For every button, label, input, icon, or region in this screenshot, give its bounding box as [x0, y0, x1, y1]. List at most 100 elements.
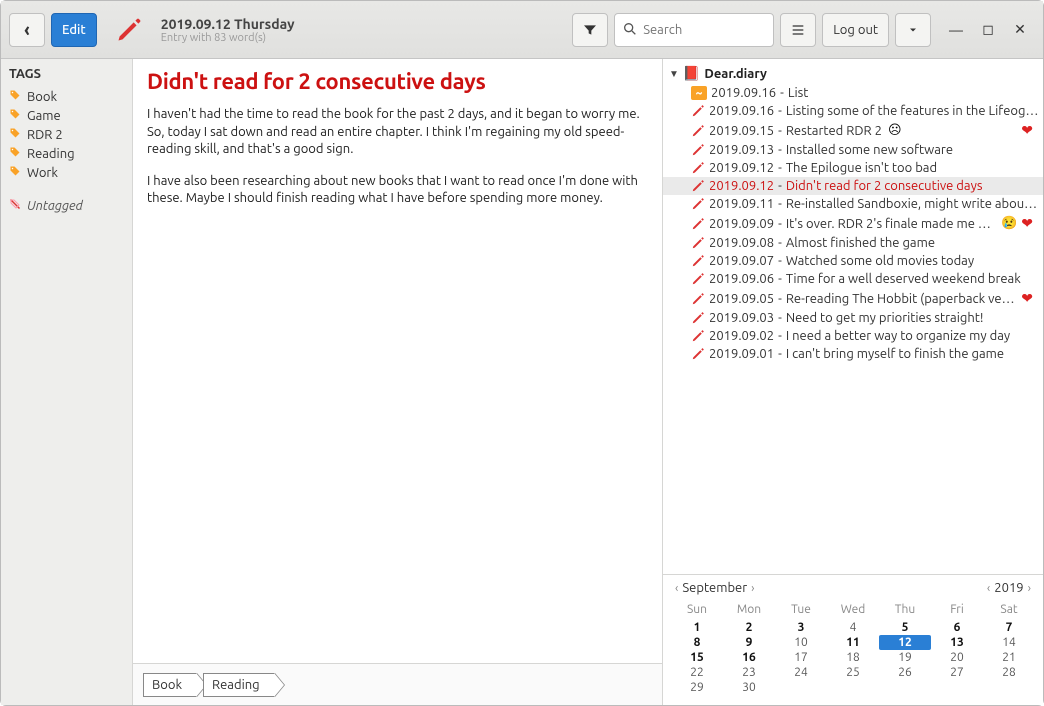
pencil-icon: [691, 217, 705, 231]
entry-list-item[interactable]: 2019.09.02 - I need a better way to orga…: [663, 327, 1043, 345]
calendar-day[interactable]: 9: [723, 635, 775, 650]
calendar-day[interactable]: 12: [879, 635, 931, 650]
entry-list-item[interactable]: ~2019.09.16 - List: [663, 84, 1043, 102]
entry-title: Listing some of the features in the Life…: [786, 104, 1039, 118]
next-month-button[interactable]: ›: [747, 582, 758, 595]
applied-tag-chip[interactable]: Reading: [203, 673, 275, 697]
entry-list-item[interactable]: 2019.09.12 - Didn't read for 2 consecuti…: [663, 177, 1043, 195]
entry-title-block: 2019.09.12 Thursday Entry with 83 word(s…: [109, 10, 295, 50]
calendar-day[interactable]: 4: [827, 620, 879, 635]
calendar-dow: Sun: [671, 599, 723, 620]
list-icon: ~: [691, 86, 707, 100]
entry-content[interactable]: Didn't read for 2 consecutive days I hav…: [133, 59, 662, 663]
calendar-day[interactable]: 27: [931, 665, 983, 680]
entry-list-item[interactable]: 2019.09.05 - Re-reading The Hobbit (pape…: [663, 288, 1043, 309]
calendar-day[interactable]: 16: [723, 650, 775, 665]
pencil-icon: [691, 254, 705, 268]
tag-item[interactable]: Reading: [7, 144, 126, 163]
calendar-day[interactable]: 18: [827, 650, 879, 665]
calendar-day[interactable]: 26: [879, 665, 931, 680]
calendar-day[interactable]: 13: [931, 635, 983, 650]
calendar-day[interactable]: 20: [931, 650, 983, 665]
entry-date: 2019.09.12: [709, 161, 774, 175]
calendar-year[interactable]: 2019: [994, 581, 1023, 595]
entry-date: 2019.09.02: [709, 329, 774, 343]
diary-root[interactable]: ▼ 📕 Dear.diary: [663, 63, 1043, 84]
calendar-dow: Sat: [983, 599, 1035, 620]
entry-list-item[interactable]: 2019.09.11 - Re-installed Sandboxie, mig…: [663, 195, 1043, 213]
tag-icon: [9, 127, 21, 142]
calendar-day[interactable]: 2: [723, 620, 775, 635]
calendar-day[interactable]: 21: [983, 650, 1035, 665]
calendar-day[interactable]: 29: [671, 680, 723, 695]
pencil-icon: [691, 236, 705, 250]
calendar-day[interactable]: 3: [775, 620, 827, 635]
calendar-day[interactable]: 7: [983, 620, 1035, 635]
minimize-button[interactable]: —: [949, 23, 963, 37]
entry-word-count: Entry with 83 word(s): [161, 32, 295, 44]
untagged-item[interactable]: Untagged: [7, 196, 126, 215]
calendar-day[interactable]: 22: [671, 665, 723, 680]
calendar-month[interactable]: September: [682, 581, 747, 595]
tag-item[interactable]: Book: [7, 87, 126, 106]
calendar-day[interactable]: 14: [983, 635, 1035, 650]
calendar-day[interactable]: 6: [931, 620, 983, 635]
calendar-day[interactable]: 10: [775, 635, 827, 650]
applied-tag-chip[interactable]: Book: [143, 673, 197, 697]
edit-button[interactable]: Edit: [51, 13, 97, 47]
close-button[interactable]: ✕: [1013, 23, 1027, 37]
entry-list-item[interactable]: 2019.09.12 - The Epilogue isn't too bad: [663, 159, 1043, 177]
tag-item[interactable]: Game: [7, 106, 126, 125]
prev-year-button[interactable]: ‹: [983, 582, 994, 595]
entry-list-item[interactable]: 2019.09.08 - Almost finished the game: [663, 234, 1043, 252]
next-year-button[interactable]: ›: [1024, 582, 1035, 595]
tag-item[interactable]: RDR 2: [7, 125, 126, 144]
entry-list-item[interactable]: 2019.09.15 - Restarted RDR 2☹❤: [663, 120, 1043, 141]
entry-list-item[interactable]: 2019.09.16 - Listing some of the feature…: [663, 102, 1043, 120]
entry-list-item[interactable]: 2019.09.01 - I can't bring myself to fin…: [663, 345, 1043, 363]
pencil-icon: [691, 272, 705, 286]
calendar-day[interactable]: 8: [671, 635, 723, 650]
entry-date: 2019.09.16: [711, 86, 776, 100]
entry-list-item[interactable]: 2019.09.07 - Watched some old movies tod…: [663, 252, 1043, 270]
entry-list-item[interactable]: 2019.09.09 - It's over. RDR 2's finale m…: [663, 213, 1043, 234]
pencil-icon: [691, 161, 705, 175]
calendar-dow: Wed: [827, 599, 879, 620]
filter-button[interactable]: [572, 13, 608, 47]
maximize-button[interactable]: ◻: [981, 23, 995, 37]
calendar-day[interactable]: 24: [775, 665, 827, 680]
entry-list-item[interactable]: 2019.09.13 - Installed some new software: [663, 141, 1043, 159]
calendar-day[interactable]: 28: [983, 665, 1035, 680]
calendar-day[interactable]: 11: [827, 635, 879, 650]
logout-menu-button[interactable]: [895, 13, 931, 47]
calendar-day[interactable]: 25: [827, 665, 879, 680]
calendar-day[interactable]: 23: [723, 665, 775, 680]
entry-list-item[interactable]: 2019.09.03 - Need to get my priorities s…: [663, 309, 1043, 327]
menu-button[interactable]: [780, 13, 816, 47]
entry-date: 2019.09.13: [709, 143, 774, 157]
back-button[interactable]: ‹: [9, 13, 45, 47]
entry-title: Watched some old movies today: [786, 254, 974, 268]
tag-item[interactable]: Work: [7, 163, 126, 182]
prev-month-button[interactable]: ‹: [671, 582, 682, 595]
calendar-day[interactable]: 17: [775, 650, 827, 665]
entry-tag-bar: BookReading: [133, 663, 662, 705]
entry-list-item[interactable]: 2019.09.06 - Time for a well deserved we…: [663, 270, 1043, 288]
calendar-day[interactable]: 15: [671, 650, 723, 665]
entry-tree: ▼ 📕 Dear.diary ~2019.09.16 - List2019.09…: [663, 59, 1043, 574]
calendar-day[interactable]: 19: [879, 650, 931, 665]
search-input[interactable]: [614, 13, 774, 47]
entry-date: 2019.09.03: [709, 311, 774, 325]
calendar-day[interactable]: 1: [671, 620, 723, 635]
logout-button[interactable]: Log out: [822, 13, 889, 47]
pencil-icon: [691, 124, 705, 138]
calendar-day[interactable]: 5: [879, 620, 931, 635]
search-field[interactable]: [614, 13, 774, 47]
chevron-down-icon: ▼: [669, 68, 679, 80]
pencil-icon: [691, 197, 705, 211]
emoji-icon: 😢: [1001, 216, 1017, 231]
entry-title: Restarted RDR 2: [786, 124, 882, 138]
pencil-icon: [691, 311, 705, 325]
app-window: ‹ Edit 2019.09.12 Thursday Entry with 83…: [0, 0, 1044, 706]
calendar-day[interactable]: 30: [723, 680, 775, 695]
